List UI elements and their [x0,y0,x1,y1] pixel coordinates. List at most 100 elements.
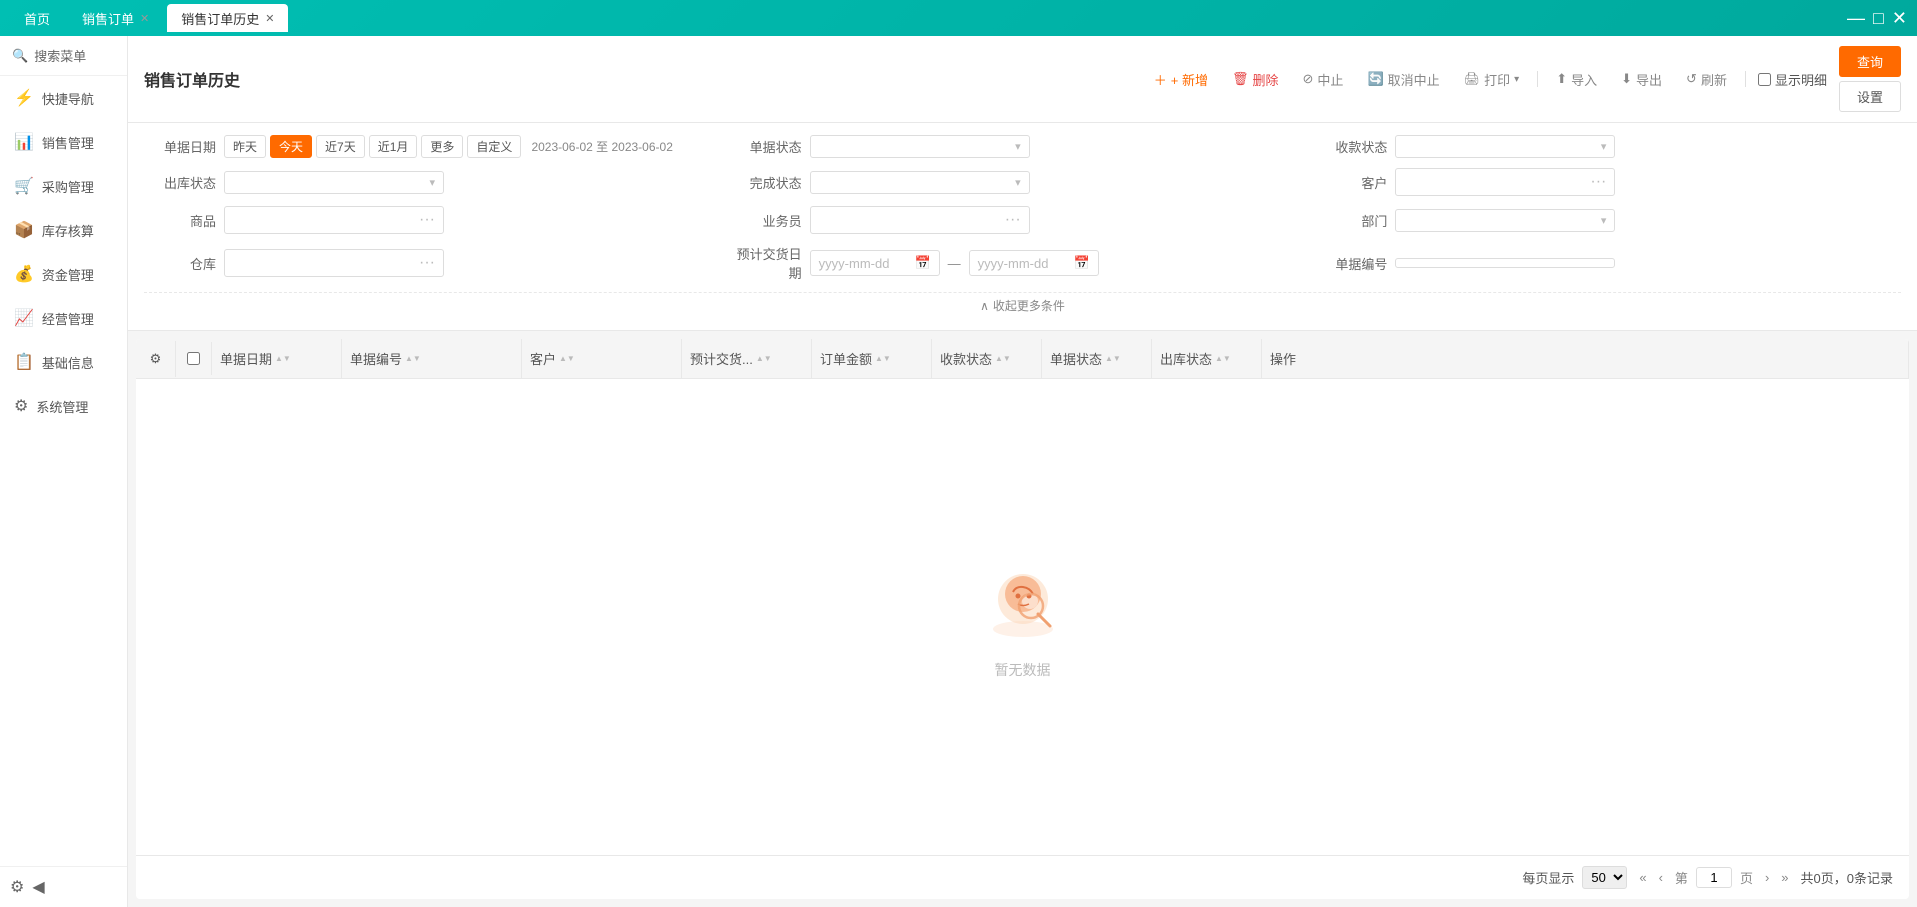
payment-status-label: 收款状态 [1315,137,1395,156]
settings-button[interactable]: 设置 [1839,81,1901,112]
sidebar-item-inventory[interactable]: 📦 库存核算 [0,208,127,252]
th-payment-status[interactable]: 收款状态 ▲▼ [932,339,1042,378]
tab-sales-order[interactable]: 销售订单 ✕ [68,4,163,32]
search-button[interactable]: 查询 [1839,46,1901,77]
close-tab-sales-order[interactable]: ✕ [140,12,149,25]
page-size-label: 每页显示 [1522,868,1574,887]
department-select[interactable]: ▾ [1395,209,1615,232]
export-button[interactable]: ⬇ 导出 [1615,66,1668,93]
sidebar-item-finance[interactable]: 💰 资金管理 [0,252,127,296]
stock-out-label: 出库状态 [144,173,224,192]
page-size-select[interactable]: 50 [1582,866,1627,889]
salesperson-more-icon[interactable]: ··· [1005,211,1021,229]
next-page-btn[interactable]: › [1761,868,1773,887]
order-no-input[interactable] [1395,258,1615,268]
stock-sort-icon[interactable]: ▲▼ [1215,355,1231,363]
th-delivery[interactable]: 预计交货... ▲▼ [682,339,812,378]
new-button[interactable]: ＋ + 新增 [1148,66,1214,93]
collapse-sidebar-icon[interactable]: ◀ [32,877,44,897]
delivery-date-to-input[interactable]: yyyy-mm-dd 📅 [969,250,1099,276]
sidebar-item-purchase-mgmt[interactable]: 🛒 采购管理 [0,164,127,208]
amount-sort-icon[interactable]: ▲▼ [875,355,891,363]
delivery-sort-icon[interactable]: ▲▼ [756,355,772,363]
stop-button[interactable]: ⊘ 中止 [1297,66,1350,93]
filter-area: 单据日期 昨天 今天 近7天 近1月 更多 自定义 2023-06-02 至 2… [128,123,1917,331]
select-all-checkbox[interactable] [187,352,200,365]
display-detail-input[interactable] [1758,73,1771,86]
display-detail-checkbox[interactable]: 显示明细 [1758,70,1827,89]
date-label: 单据日期 [144,137,224,156]
minimize-icon[interactable]: — [1847,8,1865,29]
th-customer[interactable]: 客户 ▲▼ [522,339,682,378]
payment-status-select[interactable]: ▾ [1395,135,1615,158]
quick-nav-icon: ⚡ [14,88,34,108]
completion-label: 完成状态 [730,173,810,192]
maximize-icon[interactable]: □ [1873,8,1884,29]
date-btn-1month[interactable]: 近1月 [369,135,418,158]
th-date[interactable]: 单据日期 ▲▼ [212,339,342,378]
delete-button[interactable]: 🗑 删除 [1226,66,1285,93]
sidebar-item-base-info[interactable]: 📋 基础信息 [0,340,127,384]
page-suffix: 页 [1736,866,1757,889]
settings-column-icon[interactable]: ⚙ [150,351,162,367]
sidebar-item-quick-nav[interactable]: ⚡ 快捷导航 [0,76,127,120]
date-btn-yesterday[interactable]: 昨天 [224,135,266,158]
product-input[interactable]: ··· [224,206,444,234]
customer-input[interactable]: ··· [1395,168,1615,196]
collapse-more-conditions[interactable]: ∧ 收起更多条件 [144,292,1901,318]
sidebar-item-sales-mgmt[interactable]: 📊 销售管理 [0,120,127,164]
date-btn-today[interactable]: 今天 [270,135,312,158]
customer-more-icon[interactable]: ··· [1590,173,1606,191]
warehouse-more-icon[interactable]: ··· [419,254,435,272]
last-page-btn[interactable]: » [1777,868,1792,887]
refresh-button[interactable]: ↺ 刷新 [1680,66,1733,93]
delivery-date-from-input[interactable]: yyyy-mm-dd 📅 [810,250,940,276]
order-no-sort-icon[interactable]: ▲▼ [405,355,421,363]
calendar-to-icon: 📅 [1073,255,1089,271]
inventory-icon: 📦 [14,220,34,240]
calendar-from-icon: 📅 [914,255,930,271]
th-checkbox[interactable] [176,342,212,375]
finance-icon: 💰 [14,264,34,284]
date-sort-icon[interactable]: ▲▼ [275,355,291,363]
first-page-btn[interactable]: « [1635,868,1650,887]
tab-sales-order-history[interactable]: 销售订单历史 ✕ [167,4,288,32]
print-button[interactable]: 🖨 打印 ▾ [1458,66,1526,93]
stock-out-select[interactable]: ▾ [224,171,444,194]
sidebar-item-system-mgmt[interactable]: ⚙ 系统管理 [0,384,127,428]
warehouse-input[interactable]: ··· [224,249,444,277]
date-btn-more[interactable]: 更多 [421,135,463,158]
completion-select[interactable]: ▾ [810,171,1030,194]
close-icon[interactable]: ✕ [1892,8,1907,29]
print-arrow-icon: ▾ [1514,74,1519,85]
th-amount[interactable]: 订单金额 ▲▼ [812,339,932,378]
warehouse-label: 仓库 [144,254,224,273]
date-btn-custom[interactable]: 自定义 [467,135,521,158]
cancel-stop-button[interactable]: 🔄 取消中止 [1361,66,1445,93]
completion-arrow-icon: ▾ [1015,176,1021,189]
order-status-select[interactable]: ▾ [810,135,1030,158]
settings-bottom-icon[interactable]: ⚙ [10,877,24,897]
table-footer: 每页显示 50 « ‹ 第 页 › » 共0页，0条记录 [136,855,1909,899]
th-order-no[interactable]: 单据编号 ▲▼ [342,339,522,378]
customer-sort-icon[interactable]: ▲▼ [559,355,575,363]
th-stock-status[interactable]: 出库状态 ▲▼ [1152,339,1262,378]
salesperson-input[interactable]: ··· [810,206,1030,234]
import-button[interactable]: ⬆ 导入 [1550,66,1603,93]
th-order-status[interactable]: 单据状态 ▲▼ [1042,339,1152,378]
sidebar-search[interactable]: 🔍 搜索菜单 [0,36,127,76]
sidebar-item-operations[interactable]: 📈 经营管理 [0,296,127,340]
close-tab-sales-order-history[interactable]: ✕ [265,12,274,25]
main-content: 销售订单历史 ＋ + 新增 🗑 删除 ⊘ 中止 🔄 取消中止 [128,36,1917,907]
tab-home[interactable]: 首页 [10,9,64,28]
product-more-icon[interactable]: ··· [419,211,435,229]
page-number-input[interactable] [1696,867,1732,888]
order-status-sort-icon[interactable]: ▲▼ [1105,355,1121,363]
prev-page-btn[interactable]: ‹ [1655,868,1667,887]
payment-sort-icon[interactable]: ▲▼ [995,355,1011,363]
th-settings[interactable]: ⚙ [136,341,176,377]
date-btn-7days[interactable]: 近7天 [316,135,365,158]
filter-row-3: 商品 ··· 业务员 ··· 部门 [144,206,1901,234]
stock-out-arrow-icon: ▾ [429,176,435,189]
order-status-control: ▾ [810,135,1316,158]
